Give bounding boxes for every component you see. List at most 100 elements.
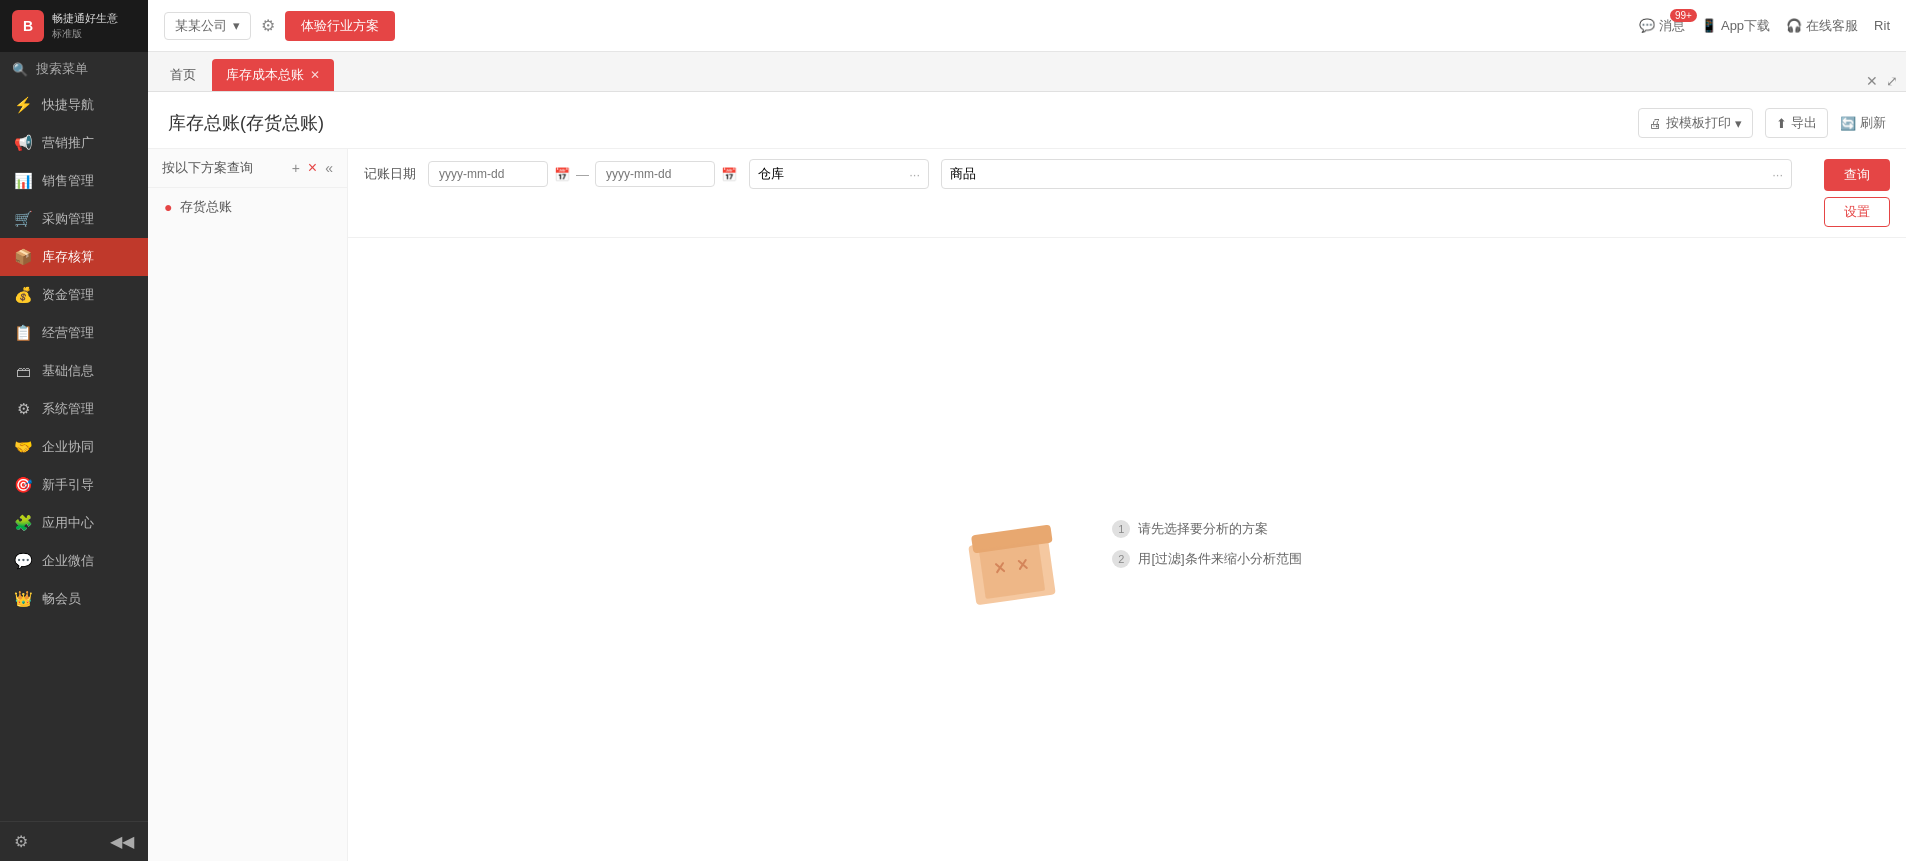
sidebar-item-guide[interactable]: 🎯 新手引导: [0, 466, 148, 504]
quick-nav-icon: ⚡: [14, 96, 32, 114]
refresh-btn[interactable]: 🔄 刷新: [1840, 114, 1886, 132]
chevron-down-icon: ▾: [233, 18, 240, 33]
tab-close-all-icon[interactable]: ✕: [1866, 73, 1878, 89]
goods-more-icon[interactable]: ···: [1772, 167, 1783, 182]
add-scheme-btn[interactable]: +: [292, 160, 300, 176]
logo-sub: 标准版: [52, 27, 118, 41]
left-panel-title: 按以下方案查询: [162, 159, 253, 177]
print-btn[interactable]: 🖨 按模板打印 ▾: [1638, 108, 1753, 138]
basic-info-icon: 🗃: [14, 363, 32, 380]
empty-illustration: [952, 490, 1072, 610]
date-end-input[interactable]: [595, 161, 715, 187]
sidebar: B 畅捷通好生意 标准版 🔍 搜索菜单 ⚡ 快捷导航 📢 营销推广 📊 销售管理…: [0, 0, 148, 861]
tab-inventory-label: 库存成本总账: [226, 66, 304, 84]
sidebar-item-inventory[interactable]: 📦 库存核算: [0, 238, 148, 276]
settings-bottom-icon[interactable]: ⚙: [14, 832, 28, 851]
page-title: 库存总账(存货总账): [168, 111, 324, 135]
sidebar-item-system[interactable]: ⚙ 系统管理: [0, 390, 148, 428]
warehouse-more-icon[interactable]: ···: [909, 167, 920, 182]
warehouse-filter[interactable]: 仓库 ···: [749, 159, 929, 189]
sidebar-item-operation[interactable]: 📋 经营管理: [0, 314, 148, 352]
search-icon: 🔍: [12, 62, 28, 77]
delete-scheme-btn[interactable]: ×: [308, 159, 317, 177]
tab-home[interactable]: 首页: [156, 59, 210, 91]
goods-filter[interactable]: 商品 ···: [941, 159, 1792, 189]
app-download-btn[interactable]: 📱 App下载: [1701, 17, 1770, 35]
industry-btn[interactable]: 体验行业方案: [285, 11, 395, 41]
svg-rect-2: [979, 541, 1045, 599]
app-center-icon: 🧩: [14, 514, 32, 532]
tab-close-icon[interactable]: ✕: [310, 68, 320, 82]
left-panel-header: 按以下方案查询 + × «: [148, 149, 347, 188]
sidebar-item-label: 资金管理: [42, 286, 94, 304]
main-area: 某某公司 ▾ ⚙ 体验行业方案 💬 消息 99+ 📱 App下载 🎧 在线客服 …: [148, 0, 1906, 861]
sidebar-item-member[interactable]: 👑 畅会员: [0, 580, 148, 618]
filter-btns: 查询 设置: [1808, 149, 1906, 237]
scheme-item-inventory[interactable]: ● 存货总账: [148, 188, 347, 226]
topbar: 某某公司 ▾ ⚙ 体验行业方案 💬 消息 99+ 📱 App下载 🎧 在线客服 …: [148, 0, 1906, 52]
sidebar-logo: B 畅捷通好生意 标准版: [0, 0, 148, 52]
collapse-icon[interactable]: ◀◀: [110, 832, 134, 851]
calendar-end-icon[interactable]: 📅: [721, 167, 737, 182]
sidebar-item-purchase[interactable]: 🛒 采购管理: [0, 200, 148, 238]
empty-svg: [952, 490, 1082, 620]
sidebar-item-label: 系统管理: [42, 400, 94, 418]
sidebar-search[interactable]: 🔍 搜索菜单: [0, 52, 148, 86]
sidebar-item-label: 库存核算: [42, 248, 94, 266]
empty-hint-1: 1 请先选择要分析的方案: [1112, 520, 1301, 538]
sidebar-item-label: 企业微信: [42, 552, 94, 570]
sidebar-item-wechat[interactable]: 💬 企业微信: [0, 542, 148, 580]
refresh-icon: 🔄: [1840, 116, 1856, 131]
hint-text-2: 用[过滤]条件来缩小分析范围: [1138, 550, 1301, 568]
print-chevron-icon: ▾: [1735, 116, 1742, 131]
wechat-icon: 💬: [14, 552, 32, 570]
right-panel: 记账日期 📅 — 📅 仓库 ···: [348, 149, 1906, 861]
finance-icon: 💰: [14, 286, 32, 304]
sidebar-item-basic-info[interactable]: 🗃 基础信息: [0, 352, 148, 390]
warehouse-label: 仓库: [758, 165, 784, 183]
filter-settings-btn[interactable]: 设置: [1824, 197, 1890, 227]
sidebar-item-sales[interactable]: 📊 销售管理: [0, 162, 148, 200]
company-selector[interactable]: 某某公司 ▾: [164, 12, 251, 40]
sidebar-item-cooperation[interactable]: 🤝 企业协同: [0, 428, 148, 466]
guide-icon: 🎯: [14, 476, 32, 494]
print-label: 按模板打印: [1666, 114, 1731, 132]
calendar-start-icon[interactable]: 📅: [554, 167, 570, 182]
sidebar-item-finance[interactable]: 💰 资金管理: [0, 276, 148, 314]
logo-name: 畅捷通好生意: [52, 11, 118, 26]
goods-label: 商品: [950, 165, 976, 183]
date-start-input[interactable]: [428, 161, 548, 187]
sidebar-item-label: 快捷导航: [42, 96, 94, 114]
left-panel-actions: + × «: [292, 159, 333, 177]
empty-hint-2: 2 用[过滤]条件来缩小分析范围: [1112, 550, 1301, 568]
empty-state: 1 请先选择要分析的方案 2 用[过滤]条件来缩小分析范围: [348, 238, 1906, 861]
msg-btn[interactable]: 💬 消息 99+: [1639, 17, 1685, 35]
sidebar-item-quick-nav[interactable]: ⚡ 快捷导航: [0, 86, 148, 124]
tab-expand-icon[interactable]: ⤢: [1886, 73, 1898, 89]
sidebar-item-label: 采购管理: [42, 210, 94, 228]
date-separator: —: [576, 167, 589, 182]
hint-text-1: 请先选择要分析的方案: [1138, 520, 1268, 538]
sidebar-bottom: ⚙ ◀◀: [0, 821, 148, 861]
sidebar-search-label: 搜索菜单: [36, 60, 88, 78]
service-btn[interactable]: 🎧 在线客服: [1786, 17, 1858, 35]
sidebar-item-label: 应用中心: [42, 514, 94, 532]
query-btn[interactable]: 查询: [1824, 159, 1890, 191]
member-icon: 👑: [14, 590, 32, 608]
msg-badge: 99+: [1670, 9, 1697, 22]
system-icon: ⚙: [14, 400, 32, 418]
sidebar-item-marketing[interactable]: 📢 营销推广: [0, 124, 148, 162]
topbar-left: 某某公司 ▾ ⚙ 体验行业方案: [164, 11, 1629, 41]
export-icon: ⬆: [1776, 116, 1787, 131]
user-name: Rit: [1874, 18, 1890, 33]
service-label: 在线客服: [1806, 17, 1858, 35]
date-filter-label: 记账日期: [364, 165, 416, 183]
export-btn[interactable]: ⬆ 导出: [1765, 108, 1828, 138]
export-label: 导出: [1791, 114, 1817, 132]
topbar-settings-icon[interactable]: ⚙: [261, 16, 275, 35]
left-panel: 按以下方案查询 + × « ● 存货总账: [148, 149, 348, 861]
tab-inventory-ledger[interactable]: 库存成本总账 ✕: [212, 59, 334, 91]
sidebar-item-app-center[interactable]: 🧩 应用中心: [0, 504, 148, 542]
purchase-icon: 🛒: [14, 210, 32, 228]
collapse-panel-btn[interactable]: «: [325, 160, 333, 176]
